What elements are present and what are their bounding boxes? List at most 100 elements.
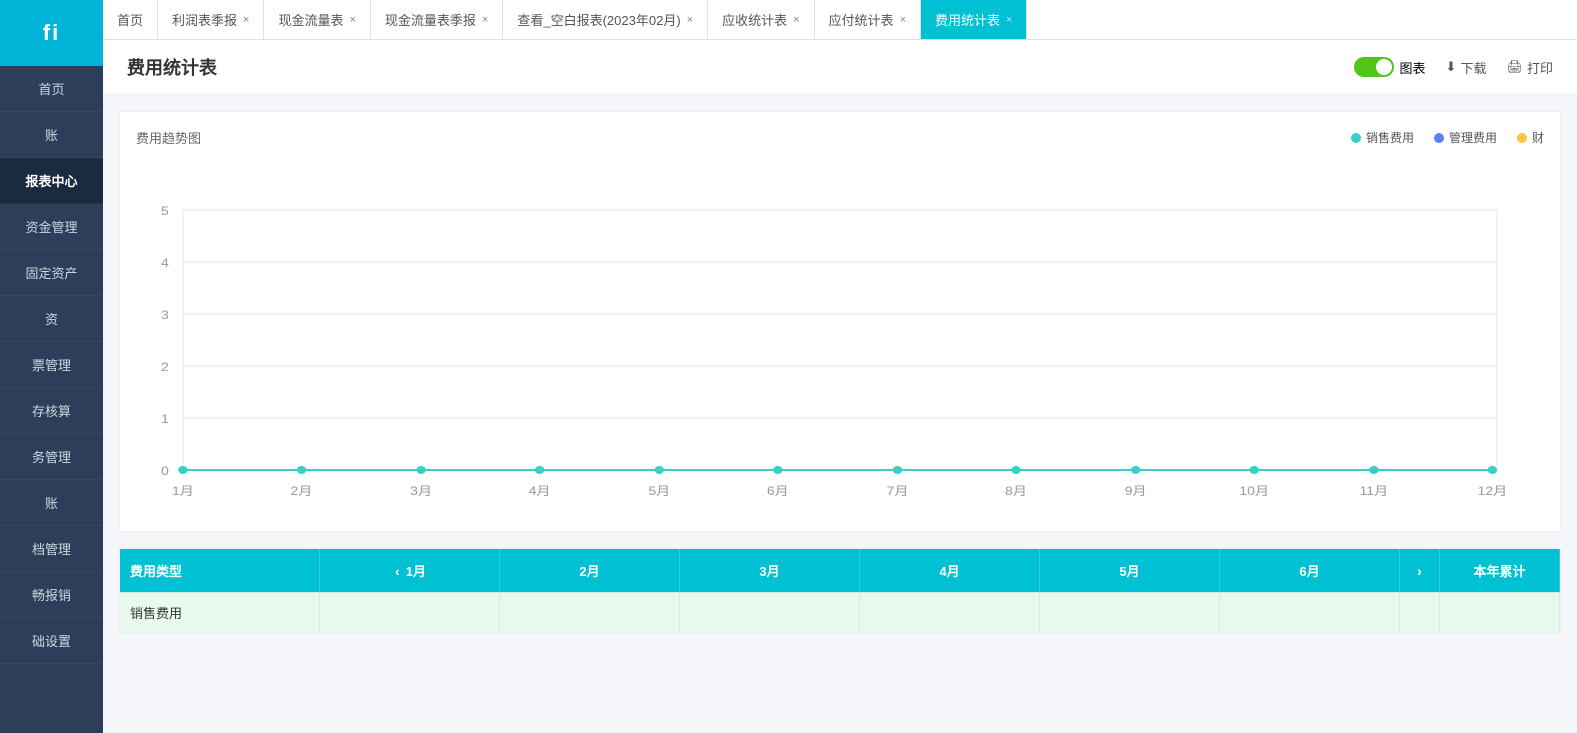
legend-dot-sales	[1351, 133, 1361, 143]
chart-legend: 销售费用 管理费用 财	[1351, 129, 1544, 146]
svg-text:4: 4	[161, 256, 169, 270]
sidebar-item-assets[interactable]: 固定资产	[0, 250, 103, 296]
sidebar-item-archive[interactable]: 档管理	[0, 526, 103, 572]
svg-text:3: 3	[161, 308, 169, 322]
download-button[interactable]: ⬇ 下载	[1446, 58, 1487, 77]
table-col-6: 6月	[1220, 549, 1400, 592]
tab-label: 应收统计表	[722, 10, 787, 29]
table-cell-ytd	[1440, 593, 1560, 632]
legend-dot-manage	[1434, 133, 1444, 143]
chart-header: 费用趋势图 销售费用 管理费用 财	[136, 128, 1544, 147]
main-area: 首页 利润表季报 × 现金流量表 × 现金流量表季报 × 查看_空白报表(202…	[103, 0, 1577, 733]
table-section: 费用类型 ‹ 1月 2月 3月 4月 5月 6月 › 本年累计 销售费用	[119, 548, 1561, 633]
svg-text:2月: 2月	[290, 484, 312, 498]
svg-text:5月: 5月	[648, 484, 670, 498]
table-col-2: 2月	[500, 549, 680, 592]
tab-close-icon[interactable]: ×	[482, 14, 488, 26]
tab-blank-report[interactable]: 查看_空白报表(2023年02月) ×	[503, 0, 708, 40]
sidebar-item-report-center[interactable]: 报表中心	[0, 158, 103, 204]
svg-text:7月: 7月	[887, 484, 909, 498]
tab-cashflow[interactable]: 现金流量表 ×	[264, 0, 370, 40]
tab-receivable[interactable]: 应收统计表 ×	[708, 0, 814, 40]
chart-toggle-label: 图表	[1400, 58, 1426, 77]
legend-sales: 销售费用	[1351, 129, 1414, 146]
table-cell-6	[1220, 593, 1400, 632]
tab-home[interactable]: 首页	[103, 0, 158, 40]
table-cell-4	[860, 593, 1040, 632]
table-col-type: 费用类型	[120, 549, 320, 592]
tab-payable[interactable]: 应付统计表 ×	[815, 0, 921, 40]
legend-manage: 管理费用	[1434, 129, 1497, 146]
sidebar-item-ledger[interactable]: 账	[0, 480, 103, 526]
tab-close-icon[interactable]: ×	[793, 14, 799, 26]
tab-cashflow-quarterly[interactable]: 现金流量表季报 ×	[371, 0, 503, 40]
table-cell-nav	[1400, 593, 1440, 632]
table-col-5: 5月	[1040, 549, 1220, 592]
table-cell-type: 销售费用	[120, 593, 320, 632]
table-col-3: 3月	[680, 549, 860, 592]
svg-text:2: 2	[161, 360, 169, 374]
svg-text:1: 1	[161, 412, 169, 426]
prev-month-button[interactable]: ‹	[393, 563, 402, 579]
print-icon: 🖨	[1506, 59, 1523, 75]
page-title: 费用统计表	[127, 54, 217, 80]
tab-close-icon[interactable]: ×	[1006, 14, 1012, 26]
table-cell-3	[680, 593, 860, 632]
tab-expense-stats[interactable]: 费用统计表 ×	[921, 0, 1027, 40]
sidebar-item-invoice[interactable]: 票管理	[0, 342, 103, 388]
svg-text:9月: 9月	[1125, 484, 1147, 498]
svg-text:11月: 11月	[1360, 484, 1389, 498]
table-col-4: 4月	[860, 549, 1040, 592]
sidebar-item-home[interactable]: 首页	[0, 66, 103, 112]
chart-container: 0 1 2 3 4 5	[136, 155, 1544, 515]
legend-label-sales: 销售费用	[1366, 129, 1414, 146]
table-col-ytd: 本年累计	[1440, 549, 1560, 592]
download-icon: ⬇	[1446, 59, 1457, 75]
chart-section: 费用趋势图 销售费用 管理费用 财	[119, 111, 1561, 532]
tab-close-icon[interactable]: ×	[349, 14, 355, 26]
tab-profit-quarterly[interactable]: 利润表季报 ×	[158, 0, 264, 40]
sidebar-logo: fi	[0, 0, 103, 66]
sidebar-item-fund[interactable]: 资金管理	[0, 204, 103, 250]
svg-text:1月: 1月	[172, 484, 194, 498]
tab-label: 查看_空白报表(2023年02月)	[517, 10, 680, 29]
print-label: 打印	[1527, 58, 1553, 77]
sidebar-item-service[interactable]: 务管理	[0, 434, 103, 480]
chart-svg: 0 1 2 3 4 5	[136, 155, 1544, 515]
sidebar-item-settings[interactable]: 础设置	[0, 618, 103, 664]
svg-text:12月: 12月	[1477, 484, 1507, 498]
table-cell-2	[500, 593, 680, 632]
tab-close-icon[interactable]: ×	[243, 14, 249, 26]
sidebar-item-expense[interactable]: 畅报销	[0, 572, 103, 618]
next-month-button[interactable]: ›	[1415, 563, 1424, 579]
legend-label-finance: 财	[1532, 129, 1544, 146]
print-button[interactable]: 🖨 打印	[1506, 58, 1553, 77]
svg-text:5: 5	[161, 204, 169, 218]
tab-close-icon[interactable]: ×	[900, 14, 906, 26]
table-cell-1	[320, 593, 500, 632]
legend-finance: 财	[1517, 129, 1544, 146]
table-col-1: ‹ 1月	[320, 549, 500, 592]
sidebar-item-inventory[interactable]: 存核算	[0, 388, 103, 434]
chart-toggle[interactable]	[1354, 57, 1394, 77]
tab-label: 费用统计表	[935, 10, 1000, 29]
table-header-row: 费用类型 ‹ 1月 2月 3月 4月 5月 6月 › 本年累计	[120, 549, 1560, 592]
sidebar-item-capital[interactable]: 资	[0, 296, 103, 342]
tab-label: 现金流量表	[278, 10, 343, 29]
table-col-1-label: 1月	[406, 561, 426, 580]
svg-text:8月: 8月	[1005, 484, 1027, 498]
page-header: 费用统计表 图表 ⬇ 下载 🖨 打印	[103, 40, 1577, 95]
header-actions: 图表 ⬇ 下载 🖨 打印	[1354, 57, 1553, 77]
legend-label-manage: 管理费用	[1449, 129, 1497, 146]
svg-text:4月: 4月	[529, 484, 551, 498]
sidebar-item-account[interactable]: 账	[0, 112, 103, 158]
table-col-nav[interactable]: ›	[1400, 549, 1440, 592]
svg-text:10月: 10月	[1239, 484, 1269, 498]
tab-bar: 首页 利润表季报 × 现金流量表 × 现金流量表季报 × 查看_空白报表(202…	[103, 0, 1577, 40]
legend-dot-finance	[1517, 133, 1527, 143]
tab-home-label: 首页	[117, 10, 143, 29]
table-row: 销售费用	[120, 592, 1560, 632]
download-label: 下载	[1460, 58, 1486, 77]
tab-label: 现金流量表季报	[385, 10, 476, 29]
tab-close-icon[interactable]: ×	[687, 14, 693, 26]
